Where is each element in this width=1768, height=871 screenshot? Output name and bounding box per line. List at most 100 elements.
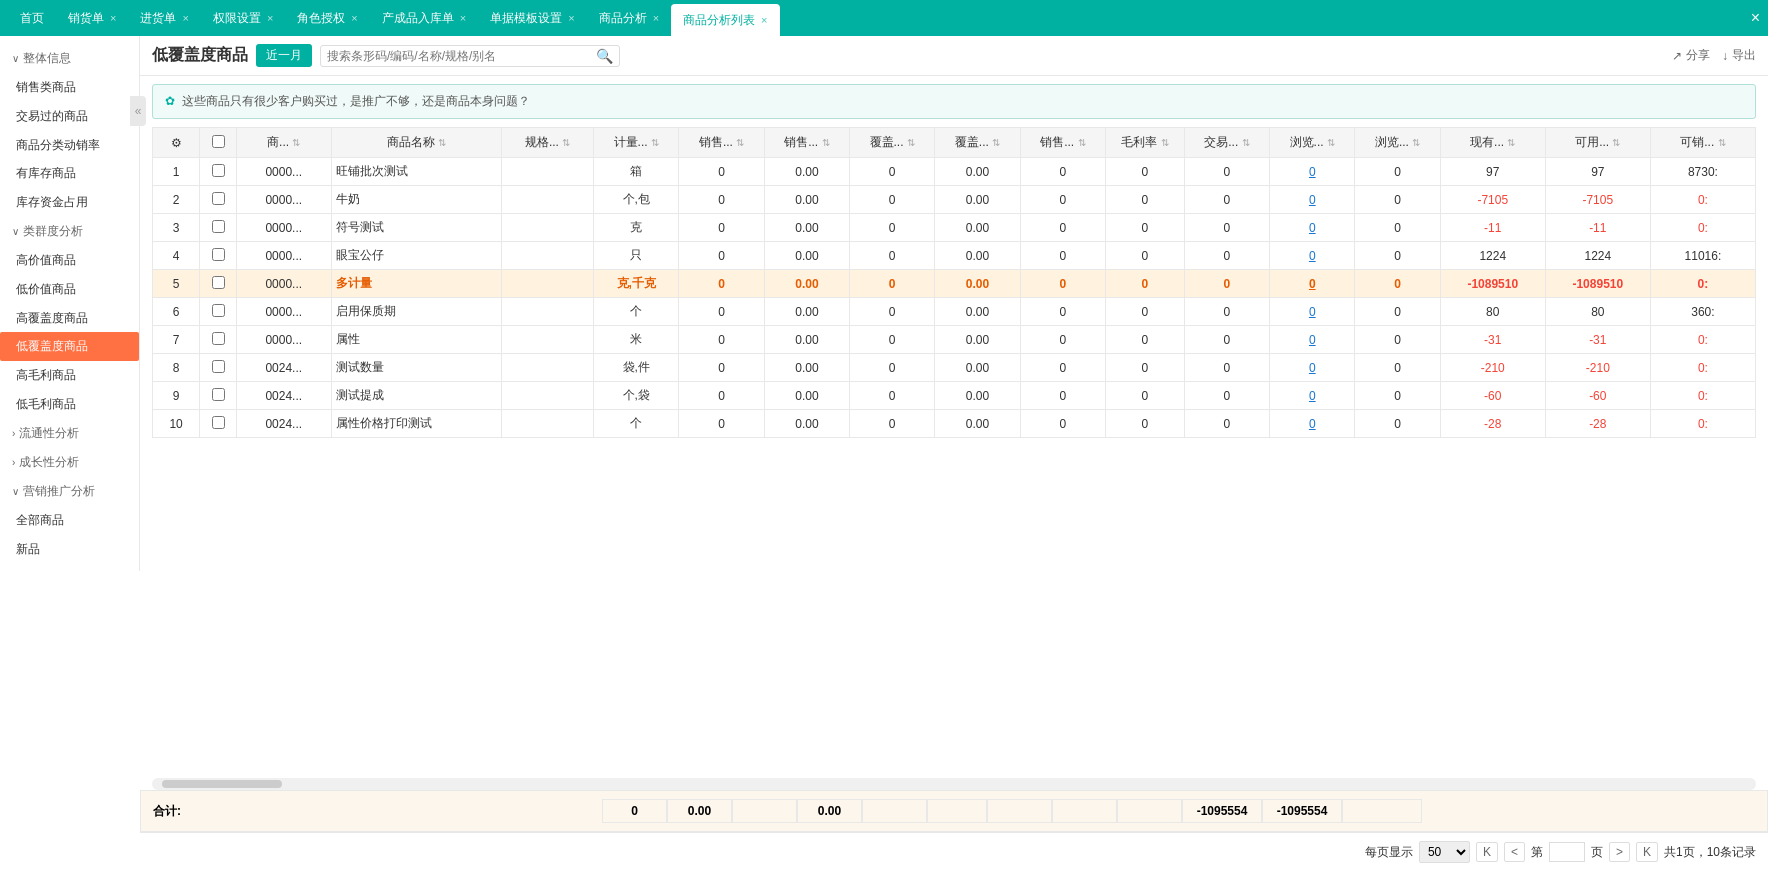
cell-browse1[interactable]: 0 <box>1270 326 1355 354</box>
cell-trade: 0 <box>1184 270 1269 298</box>
th-browse2[interactable]: 浏览... ⇅ <box>1355 128 1440 158</box>
cell-check[interactable] <box>200 270 237 298</box>
next-page-button[interactable]: > <box>1609 842 1630 862</box>
close-icon[interactable]: × <box>267 0 273 36</box>
close-icon[interactable]: × <box>351 0 357 36</box>
row-checkbox[interactable] <box>212 332 225 345</box>
select-all-checkbox[interactable] <box>212 135 225 148</box>
sidebar-item-category-rate[interactable]: 商品分类动销率 <box>0 131 139 160</box>
cell-browse1[interactable]: 0 <box>1270 298 1355 326</box>
th-check[interactable] <box>200 128 237 158</box>
horizontal-scrollbar[interactable] <box>152 778 1756 790</box>
th-sales-count[interactable]: 销售... ⇅ <box>679 128 764 158</box>
th-browse1[interactable]: 浏览... ⇅ <box>1270 128 1355 158</box>
row-checkbox[interactable] <box>212 416 225 429</box>
cell-browse1[interactable]: 0 <box>1270 186 1355 214</box>
share-button[interactable]: ↗ 分享 <box>1672 47 1710 64</box>
nav-item-production[interactable]: 产成品入库单 × <box>370 0 478 36</box>
time-filter-button[interactable]: 近一月 <box>256 44 312 67</box>
row-checkbox[interactable] <box>212 164 225 177</box>
sidebar-item-stock-goods[interactable]: 有库存商品 <box>0 159 139 188</box>
sidebar-section-growth[interactable]: › 成长性分析 <box>0 448 139 477</box>
row-checkbox[interactable] <box>212 360 225 373</box>
close-icon[interactable]: × <box>182 0 188 36</box>
th-code[interactable]: 商... ⇅ <box>237 128 332 158</box>
sidebar-item-new-goods[interactable]: 新品 <box>0 535 139 564</box>
cell-check[interactable] <box>200 186 237 214</box>
sidebar-item-low-coverage[interactable]: 低覆盖度商品 <box>0 332 139 361</box>
row-checkbox[interactable] <box>212 220 225 233</box>
close-icon[interactable]: × <box>110 0 116 36</box>
th-gross-margin[interactable]: 毛利率 ⇅ <box>1106 128 1185 158</box>
export-button[interactable]: ↓ 导出 <box>1722 47 1756 64</box>
cell-browse1[interactable]: 0 <box>1270 158 1355 186</box>
close-icon[interactable]: × <box>568 0 574 36</box>
nav-item-goods-analysis-list[interactable]: 商品分析列表 × <box>671 4 779 36</box>
nav-item-goods-analysis[interactable]: 商品分析 × <box>587 0 671 36</box>
cell-browse1[interactable]: 0 <box>1270 270 1355 298</box>
th-coverage2[interactable]: 覆盖... ⇅ <box>935 128 1020 158</box>
th-available-stock[interactable]: 可用... ⇅ <box>1545 128 1650 158</box>
first-page-button[interactable]: K <box>1476 842 1498 862</box>
th-coverage1[interactable]: 覆盖... ⇅ <box>850 128 935 158</box>
cell-browse1[interactable]: 0 <box>1270 410 1355 438</box>
nav-item-roles[interactable]: 角色授权 × <box>285 0 369 36</box>
row-checkbox[interactable] <box>212 276 225 289</box>
page-input[interactable]: 1 <box>1549 842 1585 862</box>
search-input[interactable] <box>327 49 596 63</box>
row-checkbox[interactable] <box>212 192 225 205</box>
nav-item-home[interactable]: 首页 <box>8 0 56 36</box>
cell-check[interactable] <box>200 410 237 438</box>
nav-item-sales[interactable]: 销货单 × <box>56 0 128 36</box>
cell-browse1[interactable]: 0 <box>1270 354 1355 382</box>
th-trade[interactable]: 交易... ⇅ <box>1184 128 1269 158</box>
per-page-select[interactable]: 50 100 200 <box>1419 841 1470 863</box>
row-checkbox[interactable] <box>212 248 225 261</box>
scroll-thumb[interactable] <box>162 780 282 788</box>
sidebar-item-high-value[interactable]: 高价值商品 <box>0 246 139 275</box>
cell-browse1[interactable]: 0 <box>1270 242 1355 270</box>
sidebar-item-traded-goods[interactable]: 交易过的商品 <box>0 102 139 131</box>
nav-item-purchase[interactable]: 进货单 × <box>128 0 200 36</box>
prev-page-button[interactable]: < <box>1504 842 1525 862</box>
cell-check[interactable] <box>200 354 237 382</box>
cell-check[interactable] <box>200 326 237 354</box>
th-unit[interactable]: 计量... ⇅ <box>594 128 679 158</box>
row-checkbox[interactable] <box>212 304 225 317</box>
th-name[interactable]: 商品名称 ⇅ <box>331 128 502 158</box>
sidebar-section-quality[interactable]: ∨ 类群度分析 <box>0 217 139 246</box>
sidebar-collapse-button[interactable]: « <box>130 96 146 126</box>
close-icon[interactable]: × <box>761 4 767 36</box>
sidebar-item-all-goods[interactable]: 全部商品 <box>0 506 139 535</box>
th-settings[interactable]: ⚙ <box>153 128 200 158</box>
th-saleable[interactable]: 可销... ⇅ <box>1650 128 1755 158</box>
cell-check[interactable] <box>200 214 237 242</box>
nav-item-templates[interactable]: 单据模板设置 × <box>478 0 586 36</box>
cell-browse1[interactable]: 0 <box>1270 214 1355 242</box>
th-current-stock[interactable]: 现有... ⇅ <box>1440 128 1545 158</box>
sidebar-item-high-coverage[interactable]: 高覆盖度商品 <box>0 304 139 333</box>
last-page-button[interactable]: K <box>1636 842 1658 862</box>
row-checkbox[interactable] <box>212 388 225 401</box>
sidebar-item-high-margin[interactable]: 高毛利商品 <box>0 361 139 390</box>
sidebar-section-flow[interactable]: › 流通性分析 <box>0 419 139 448</box>
cell-check[interactable] <box>200 382 237 410</box>
sidebar-section-overall[interactable]: ∨ 整体信息 <box>0 44 139 73</box>
th-sales-rank[interactable]: 销售... ⇅ <box>1020 128 1105 158</box>
sidebar-section-marketing[interactable]: ∨ 营销推广分析 <box>0 477 139 506</box>
cell-check[interactable] <box>200 242 237 270</box>
close-all-button[interactable]: × <box>1751 9 1760 27</box>
sidebar-item-sales-goods[interactable]: 销售类商品 <box>0 73 139 102</box>
th-sales-amount[interactable]: 销售... ⇅ <box>764 128 849 158</box>
th-spec[interactable]: 规格... ⇅ <box>502 128 594 158</box>
search-icon[interactable]: 🔍 <box>596 48 613 64</box>
cell-browse1[interactable]: 0 <box>1270 382 1355 410</box>
cell-check[interactable] <box>200 158 237 186</box>
cell-check[interactable] <box>200 298 237 326</box>
close-icon[interactable]: × <box>460 0 466 36</box>
close-icon[interactable]: × <box>653 0 659 36</box>
sidebar-item-low-margin[interactable]: 低毛利商品 <box>0 390 139 419</box>
sidebar-item-capital[interactable]: 库存资金占用 <box>0 188 139 217</box>
sidebar-item-low-value[interactable]: 低价值商品 <box>0 275 139 304</box>
nav-item-permissions[interactable]: 权限设置 × <box>201 0 285 36</box>
